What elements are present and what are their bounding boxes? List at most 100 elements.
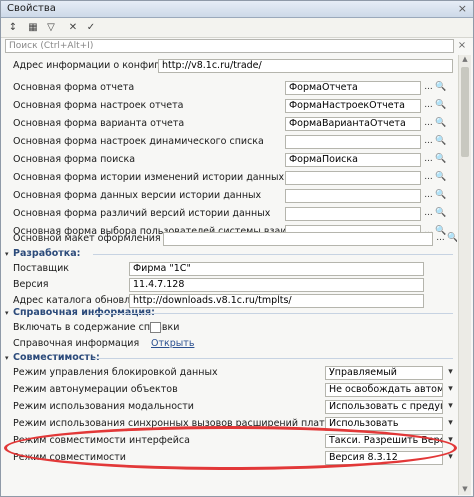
property-field[interactable]: ФормаНастроекОтчета	[285, 99, 421, 113]
dropdown-icon[interactable]: ▾	[445, 434, 456, 448]
property-row: Режим автонумерации объектов Не освобожда…	[3, 382, 457, 398]
property-label: Режим использования модальности	[13, 401, 194, 412]
property-label: Основная форма настроек отчета	[13, 100, 184, 111]
dropdown-icon[interactable]: ▾	[445, 417, 456, 431]
property-row: Основная форма отчета ФормаОтчета... 🔍	[3, 80, 457, 96]
property-row: Основная форма настроек отчета ФормаНастр…	[3, 98, 457, 114]
sort-alpha-icon[interactable]: ↕	[5, 20, 21, 35]
section-divider	[93, 254, 453, 255]
clear-icon[interactable]: ✕	[65, 20, 81, 35]
property-label: Режим совместимости интерфейса	[13, 435, 190, 446]
property-label: Основная форма поиска	[13, 154, 136, 165]
property-field[interactable]: ФормаПоиска	[285, 153, 421, 167]
property-row: Режим использования синхронных вызовов р…	[3, 416, 457, 432]
collapse-icon[interactable]: ▾	[5, 250, 9, 258]
property-label: Основная форма отчета	[13, 82, 135, 93]
section-development[interactable]: ▾ Разработка:	[3, 248, 457, 261]
property-field[interactable]: ФормаОтчета	[285, 81, 421, 95]
property-field[interactable]: Версия 8.3.12	[325, 451, 443, 465]
property-row: Включать в содержание справки	[3, 320, 457, 336]
search-icon[interactable]: 🔍	[447, 232, 457, 246]
search-input[interactable]: Поиск (Ctrl+Alt+I)	[5, 39, 454, 53]
property-field[interactable]: Такси. Разрешить Версия 8.	[325, 434, 443, 448]
property-field[interactable]	[163, 232, 433, 246]
search-icon[interactable]: 🔍	[435, 207, 446, 221]
property-field[interactable]: ФормаВариантаОтчета	[285, 117, 421, 131]
section-help[interactable]: ▾ Справочная информация:	[3, 307, 457, 320]
search-icon[interactable]: 🔍	[435, 171, 446, 185]
property-label: Режим управления блокировкой данных	[13, 367, 218, 378]
property-row: Основная форма различий версий истории д…	[3, 206, 457, 222]
section-divider	[93, 358, 453, 359]
property-field[interactable]: Использовать с предупреж	[325, 400, 443, 414]
tree-view-icon[interactable]: ▦	[25, 20, 41, 35]
property-field[interactable]: Фирма "1С"	[129, 262, 424, 276]
property-row: Основной макет оформления отчета... 🔍	[3, 231, 457, 247]
search-clear-icon[interactable]: ×	[456, 40, 468, 52]
search-icon[interactable]: 🔍	[435, 81, 446, 95]
property-field[interactable]	[285, 171, 421, 185]
property-field[interactable]: Использовать	[325, 417, 443, 431]
property-field[interactable]	[285, 189, 421, 203]
scroll-down-icon[interactable]: ▼	[459, 485, 471, 495]
section-compatibility[interactable]: ▾ Совместимость:	[3, 352, 457, 365]
select-button[interactable]: ...	[423, 117, 434, 131]
property-field[interactable]	[285, 207, 421, 221]
include-help-checkbox[interactable]	[150, 322, 161, 333]
property-label: Основная форма варианта отчета	[13, 118, 185, 129]
property-row: Поставщик Фирма "1С"	[3, 261, 457, 277]
dropdown-icon[interactable]: ▾	[445, 383, 456, 397]
search-icon[interactable]: 🔍	[435, 189, 446, 203]
scroll-up-icon[interactable]: ▲	[459, 55, 471, 65]
property-label: Справочная информация	[13, 338, 140, 349]
collapse-icon[interactable]: ▾	[5, 354, 9, 362]
search-icon[interactable]: 🔍	[435, 135, 446, 149]
property-field[interactable]: http://downloads.v8.1c.ru/tmplts/	[129, 294, 424, 308]
section-title: Совместимость:	[13, 352, 100, 363]
property-label: Основная форма настроек динамического сп…	[13, 136, 264, 147]
search-icon[interactable]: 🔍	[435, 153, 446, 167]
search-icon[interactable]: 🔍	[435, 99, 446, 113]
select-button[interactable]: ...	[423, 153, 434, 167]
property-label: Режим совместимости	[13, 452, 126, 463]
dropdown-icon[interactable]: ▾	[445, 451, 456, 465]
toolbar: ↕ ▦ ▽ ✕ ✓	[1, 18, 473, 38]
check-icon[interactable]: ✓	[83, 20, 99, 35]
select-button[interactable]: ...	[423, 207, 434, 221]
property-row: Режим использования модальности Использов…	[3, 399, 457, 415]
property-row: Основная форма данных версии истории дан…	[3, 188, 457, 204]
collapse-icon[interactable]: ▾	[5, 309, 9, 317]
property-label: Основная форма данных версии истории дан…	[13, 190, 262, 201]
dropdown-icon[interactable]: ▾	[445, 400, 456, 414]
select-button[interactable]: ...	[423, 81, 434, 95]
vertical-scrollbar[interactable]: ▲ ▼	[458, 55, 471, 495]
property-label: Основная форма различий версий истории д…	[13, 208, 271, 219]
dropdown-icon[interactable]: ▾	[445, 366, 456, 380]
select-button[interactable]: ...	[423, 171, 434, 185]
select-button[interactable]: ...	[423, 189, 434, 203]
property-row: Основная форма настроек динамического сп…	[3, 134, 457, 150]
select-button[interactable]: ...	[435, 232, 446, 246]
property-label: Режим автонумерации объектов	[13, 384, 178, 395]
search-icon[interactable]: 🔍	[435, 117, 446, 131]
close-icon[interactable]: ×	[458, 2, 467, 15]
property-field[interactable]: 11.4.7.128	[129, 278, 424, 292]
property-field[interactable]: http://v8.1c.ru/trade/	[158, 59, 453, 73]
property-row: Справочная информация Открыть	[3, 336, 457, 352]
property-label: Версия	[13, 279, 49, 290]
select-button[interactable]: ...	[423, 99, 434, 113]
property-label: Основная форма истории изменений истории…	[13, 172, 285, 183]
section-title: Разработка:	[13, 248, 81, 259]
select-button[interactable]: ...	[423, 135, 434, 149]
property-row: Адрес информации о конфигурации http://v8…	[3, 58, 457, 74]
property-field[interactable]	[285, 135, 421, 149]
title-bar: Свойства ×	[1, 1, 473, 18]
window-title: Свойства	[7, 3, 56, 14]
property-field[interactable]: Управляемый	[325, 366, 443, 380]
scroll-thumb[interactable]	[461, 67, 469, 157]
open-help-link[interactable]: Открыть	[151, 338, 194, 349]
filter-icon[interactable]: ▽	[43, 20, 59, 35]
property-field[interactable]: Не освобождать автоматиче	[325, 383, 443, 397]
property-row: Основная форма поиска ФормаПоиска... 🔍	[3, 152, 457, 168]
property-label: Поставщик	[13, 263, 69, 274]
